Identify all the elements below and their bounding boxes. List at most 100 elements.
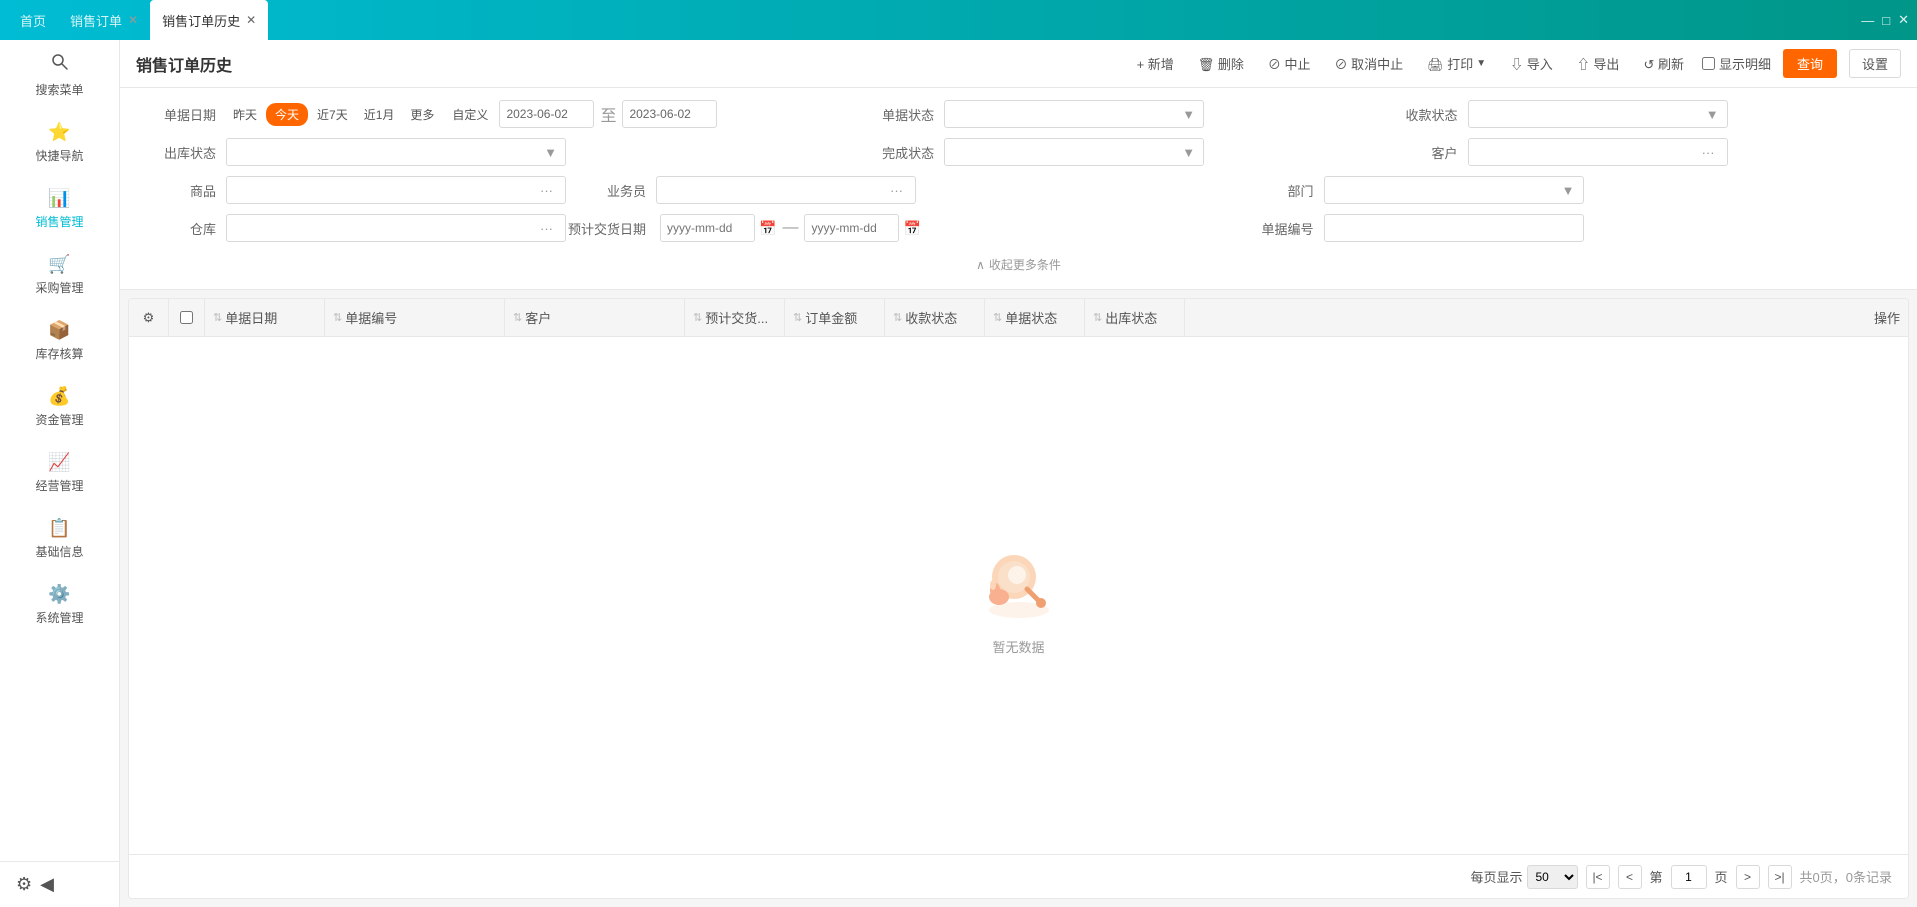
date-end-input[interactable]	[622, 100, 717, 128]
import-button[interactable]: ⇩ 导入	[1504, 50, 1559, 77]
sidebar-item-operations[interactable]: 📈 经营管理	[0, 440, 119, 506]
th-pay-status[interactable]: ⇅ 收款状态	[885, 299, 985, 336]
cancel-suspend-label: ⊘ 取消中止	[1335, 54, 1404, 73]
sidebar-item-inventory[interactable]: 📦 库存核算	[0, 308, 119, 374]
th-delivery[interactable]: ⇅ 预计交货...	[685, 299, 785, 336]
sales-mgmt-icon: 📊	[48, 188, 70, 209]
display-detail-checkbox[interactable]	[1702, 57, 1715, 70]
sidebar-quick-nav-label: 快捷导航	[35, 147, 83, 164]
filter-row-1: 单据日期 昨天 今天 近7天 近1月 更多 自定义 至	[136, 100, 1901, 128]
collapse-row[interactable]: ∧ 收起更多条件	[136, 252, 1901, 277]
th-pay-sort-icon: ⇅	[893, 311, 902, 324]
complete-status-label: 完成状态	[854, 143, 944, 162]
current-page-input[interactable]	[1671, 865, 1707, 889]
cancel-suspend-button[interactable]: ⊘ 取消中止	[1329, 50, 1410, 77]
last-page-btn[interactable]: >|	[1768, 865, 1792, 889]
new-label: + 新增	[1137, 54, 1174, 73]
new-button[interactable]: + 新增	[1131, 50, 1180, 77]
sidebar-item-search-menu[interactable]: 搜索菜单	[0, 40, 119, 110]
th-out-status[interactable]: ⇅ 出库状态	[1085, 299, 1185, 336]
sidebar-item-finance[interactable]: 💰 资金管理	[0, 374, 119, 440]
department-select[interactable]: ▼	[1324, 176, 1584, 204]
delivery-date-start-input[interactable]	[660, 214, 755, 242]
yesterday-btn[interactable]: 昨天	[226, 103, 264, 126]
tab-sales-order-history-label: 销售订单历史	[162, 11, 240, 30]
suspend-button[interactable]: ⊘ 中止	[1262, 50, 1317, 77]
delivery-date-cal-end[interactable]: 📅	[903, 220, 920, 237]
tab-sales-order-history[interactable]: 销售订单历史 ✕	[150, 0, 268, 40]
sidebar-settings-icon[interactable]: ⚙	[16, 874, 32, 895]
operations-icon: 📈	[48, 452, 70, 473]
collapse-up-icon: ∧	[976, 258, 985, 272]
delivery-status-select[interactable]: ▼	[226, 138, 566, 166]
delivery-date-cal-start[interactable]: 📅	[759, 220, 776, 237]
th-date[interactable]: ⇅ 单据日期	[205, 299, 325, 336]
next-page-btn[interactable]: >	[1736, 865, 1760, 889]
complete-status-select[interactable]: ▼	[944, 138, 1204, 166]
close-window-icon[interactable]: —	[1861, 13, 1874, 28]
select-all-checkbox[interactable]	[180, 311, 193, 324]
sidebar-inventory-label: 库存核算	[35, 345, 83, 362]
print-button[interactable]: 🖨 打印 ▼	[1421, 50, 1492, 77]
page-label: 第	[1650, 867, 1663, 886]
close-app-icon[interactable]: ✕	[1898, 12, 1909, 28]
collapse-label: 收起更多条件	[989, 256, 1061, 273]
sidebar-item-system-mgmt[interactable]: ⚙️ 系统管理	[0, 572, 119, 638]
payment-status-select[interactable]: ▼	[1468, 100, 1728, 128]
sidebar-item-sales-mgmt[interactable]: 📊 销售管理	[0, 176, 119, 242]
salesperson-ellipsis-btn[interactable]: ···	[886, 183, 907, 198]
pagination-bar: 每页显示 10 20 50 100 |< < 第 页 > >| 共0页，0条记录	[129, 854, 1908, 898]
product-ellipsis-btn[interactable]: ···	[536, 183, 557, 198]
query-button[interactable]: 查询	[1783, 49, 1837, 78]
sidebar-item-purchase-mgmt[interactable]: 🛒 采购管理	[0, 242, 119, 308]
settings-button[interactable]: 设置	[1849, 49, 1901, 78]
delete-button[interactable]: 🗑 删除	[1192, 50, 1250, 77]
last7-btn[interactable]: 近7天	[310, 103, 355, 126]
custom-btn[interactable]: 自定义	[445, 103, 495, 126]
refresh-button[interactable]: ↺ 刷新	[1637, 50, 1690, 77]
filter-row-3: 商品 ··· 业务员 ··· 部门 ▼	[136, 176, 1901, 204]
maximize-icon[interactable]: □	[1882, 13, 1890, 28]
last-month-btn[interactable]: 近1月	[357, 103, 402, 126]
tab-sales-order-close[interactable]: ✕	[128, 13, 138, 27]
tab-sales-order-history-close[interactable]: ✕	[246, 13, 256, 27]
finance-icon: 💰	[48, 386, 70, 407]
th-checkbox[interactable]	[169, 299, 205, 336]
customer-ellipsis-btn[interactable]: ···	[1698, 145, 1719, 160]
more-btn[interactable]: 更多	[403, 103, 441, 126]
th-number[interactable]: ⇅ 单据编号	[325, 299, 505, 336]
sidebar-operations-label: 经营管理	[35, 477, 83, 494]
tab-home[interactable]: 首页	[8, 0, 58, 40]
th-customer[interactable]: ⇅ 客户	[505, 299, 685, 336]
tab-sales-order[interactable]: 销售订单 ✕	[58, 0, 150, 40]
sidebar-collapse-icon[interactable]: ◀	[40, 874, 54, 895]
export-button[interactable]: ⇧ 导出	[1571, 50, 1626, 77]
order-status-select[interactable]: ▼	[944, 100, 1204, 128]
settings-icon: ⚙	[143, 310, 155, 326]
top-bar-right: — □ ✕	[1861, 12, 1917, 28]
th-amount[interactable]: ⇅ 订单金额	[785, 299, 885, 336]
sidebar-item-basic-info[interactable]: 📋 基础信息	[0, 506, 119, 572]
page-size-dropdown[interactable]: 10 20 50 100	[1527, 865, 1578, 889]
date-quick-btns: 昨天 今天 近7天 近1月 更多 自定义	[226, 103, 495, 126]
today-btn[interactable]: 今天	[266, 103, 308, 126]
tab-home-label: 首页	[20, 11, 46, 30]
prev-page-btn[interactable]: <	[1618, 865, 1642, 889]
salesperson-label: 业务员	[566, 181, 656, 200]
sidebar-system-mgmt-label: 系统管理	[35, 609, 83, 626]
filter-row-2: 出库状态 ▼ 完成状态 ▼ 客户	[136, 138, 1901, 166]
date-start-input[interactable]	[499, 100, 594, 128]
empty-state: 暂无数据	[129, 337, 1908, 854]
sidebar-sales-mgmt-label: 销售管理	[35, 213, 83, 230]
order-number-input[interactable]	[1324, 214, 1584, 242]
purchase-mgmt-icon: 🛒	[48, 254, 70, 275]
th-order-status[interactable]: ⇅ 单据状态	[985, 299, 1085, 336]
th-settings[interactable]: ⚙	[129, 299, 169, 336]
warehouse-ellipsis-btn[interactable]: ···	[536, 221, 557, 236]
print-dropdown-icon[interactable]: ▼	[1476, 58, 1486, 69]
date-range-group: 至	[499, 100, 717, 128]
delivery-date-end-input[interactable]	[804, 214, 899, 242]
first-page-btn[interactable]: |<	[1586, 865, 1610, 889]
sidebar-item-quick-nav[interactable]: ⭐ 快捷导航	[0, 110, 119, 176]
th-customer-sort-icon: ⇅	[513, 311, 522, 324]
